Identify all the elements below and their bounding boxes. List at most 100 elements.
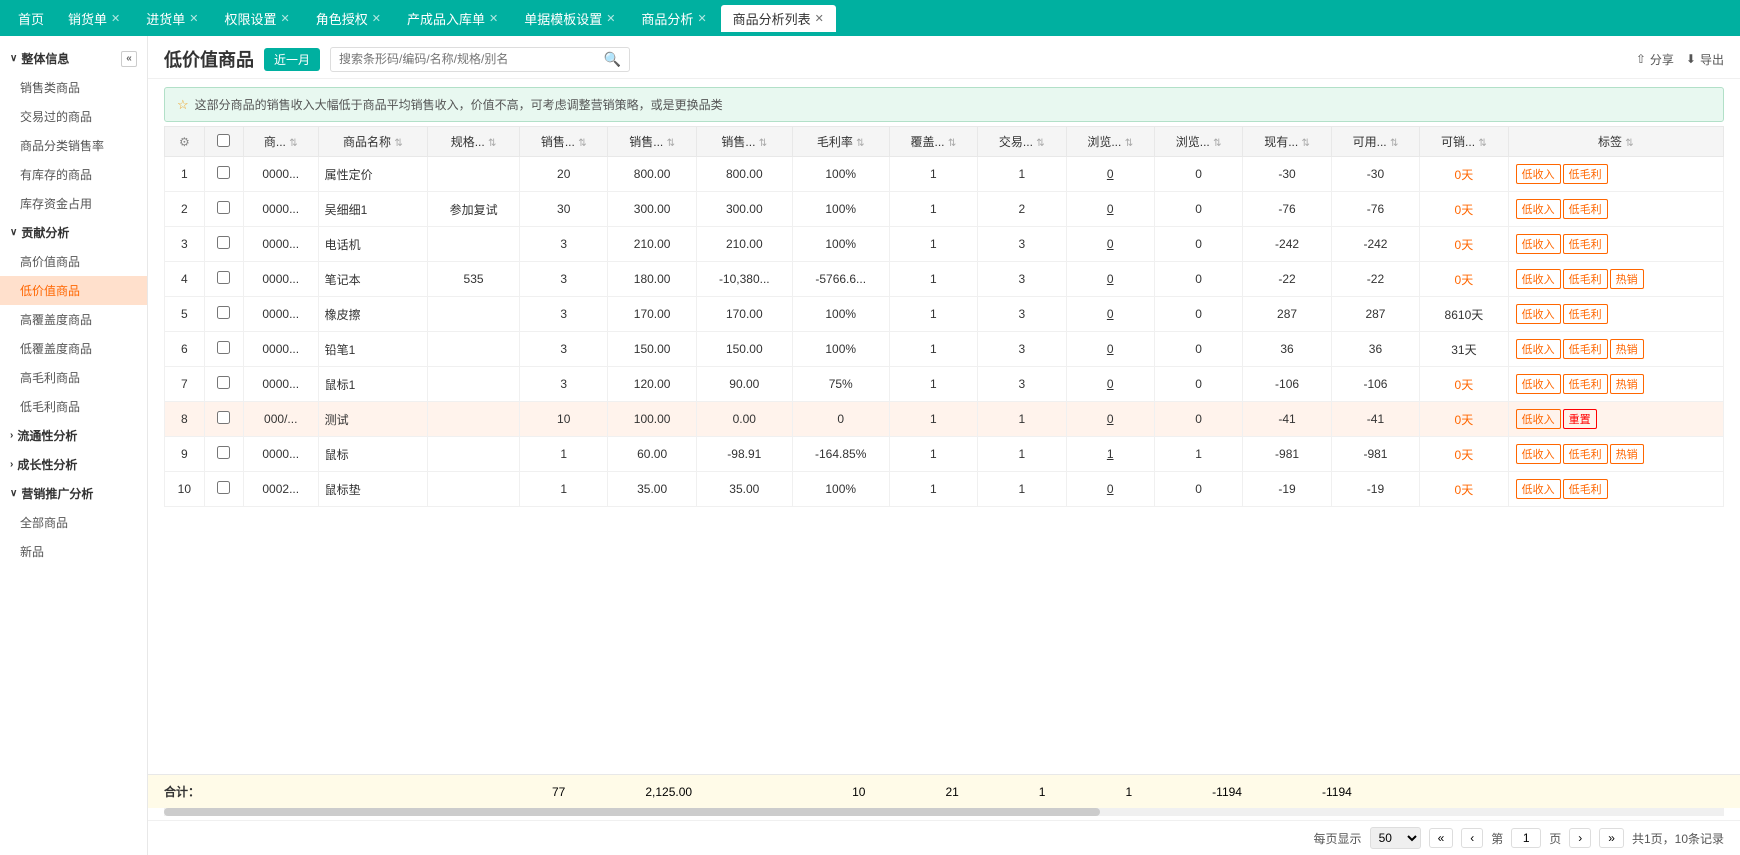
sidebar-item-new-products[interactable]: 新品: [0, 537, 147, 566]
row-checkbox[interactable]: [204, 472, 243, 507]
close-icon[interactable]: ✕: [189, 12, 198, 25]
row-browse1[interactable]: 0: [1066, 367, 1154, 402]
col-browse2-header[interactable]: 浏览... ⇅: [1154, 127, 1242, 157]
nav-template-settings[interactable]: 单据模板设置 ✕: [512, 5, 627, 32]
nav-purchase-order[interactable]: 进货单 ✕: [134, 5, 210, 32]
row-browse1[interactable]: 0: [1066, 192, 1154, 227]
page-input[interactable]: [1511, 828, 1541, 848]
col-sale-qty-header[interactable]: 销售... ⇅: [520, 127, 608, 157]
row-name[interactable]: 吴细细1: [318, 192, 428, 227]
row-checkbox[interactable]: [204, 227, 243, 262]
sidebar-group-contribution[interactable]: ∨ 贡献分析: [0, 218, 147, 247]
col-browse1-header[interactable]: 浏览... ⇅: [1066, 127, 1154, 157]
sidebar-item-high-margin[interactable]: 高毛利商品: [0, 363, 147, 392]
sidebar-group-growth[interactable]: › 成长性分析: [0, 450, 147, 479]
sidebar-item-stock-products[interactable]: 有库存的商品: [0, 160, 147, 189]
sidebar-item-high-coverage[interactable]: 高覆盖度商品: [0, 305, 147, 334]
row-name[interactable]: 橡皮擦: [318, 297, 428, 332]
col-sale-profit-header[interactable]: 销售... ⇅: [696, 127, 792, 157]
row-name[interactable]: 鼠标垫: [318, 472, 428, 507]
settings-icon[interactable]: ⚙: [179, 135, 190, 149]
row-name[interactable]: 鼠标1: [318, 367, 428, 402]
browse1-link[interactable]: 0: [1107, 342, 1114, 356]
sidebar-item-traded-products[interactable]: 交易过的商品: [0, 102, 147, 131]
row-name[interactable]: 笔记本: [318, 262, 428, 297]
row-checkbox[interactable]: [204, 192, 243, 227]
row-name[interactable]: 鼠标: [318, 437, 428, 472]
nav-sales-order[interactable]: 销货单 ✕: [56, 5, 132, 32]
sidebar-item-category-sales-rate[interactable]: 商品分类销售率: [0, 131, 147, 160]
close-icon[interactable]: ✕: [372, 12, 381, 25]
nav-product-stock[interactable]: 产成品入库单 ✕: [395, 5, 510, 32]
browse1-link[interactable]: 0: [1107, 377, 1114, 391]
browse1-link[interactable]: 0: [1107, 272, 1114, 286]
horizontal-scrollbar[interactable]: [164, 808, 1100, 816]
close-icon[interactable]: ✕: [489, 12, 498, 25]
row-checkbox[interactable]: [204, 402, 243, 437]
row-checkbox[interactable]: [204, 157, 243, 192]
col-margin-header[interactable]: 毛利率 ⇅: [792, 127, 889, 157]
row-name[interactable]: 属性定价: [318, 157, 428, 192]
nav-permission-settings[interactable]: 权限设置 ✕: [212, 5, 301, 32]
nav-home[interactable]: 首页: [8, 5, 54, 32]
nav-role-auth[interactable]: 角色授权 ✕: [304, 5, 393, 32]
col-available-stock-header[interactable]: 可用... ⇅: [1331, 127, 1419, 157]
sidebar-item-high-value[interactable]: 高价值商品: [0, 247, 147, 276]
collapse-btn[interactable]: «: [121, 51, 137, 67]
browse1-link[interactable]: 0: [1107, 307, 1114, 321]
row-browse1[interactable]: 0: [1066, 297, 1154, 332]
export-button[interactable]: ⬇ 导出: [1686, 51, 1724, 68]
sidebar-group-overall[interactable]: ∨ 整体信息 «: [0, 44, 147, 73]
col-transaction-header[interactable]: 交易... ⇅: [978, 127, 1066, 157]
row-name[interactable]: 测试: [318, 402, 428, 437]
row-browse1[interactable]: 0: [1066, 332, 1154, 367]
row-checkbox[interactable]: [204, 332, 243, 367]
select-all-checkbox[interactable]: [217, 134, 230, 147]
table-container[interactable]: ⚙ 商... ⇅ 商品名称 ⇅ 规格... ⇅ 销售... ⇅ 销售... ⇅ …: [148, 126, 1740, 774]
sidebar-item-all-products[interactable]: 全部商品: [0, 508, 147, 537]
close-icon[interactable]: ✕: [606, 12, 615, 25]
search-icon[interactable]: 🔍: [604, 51, 621, 68]
sidebar-item-low-value[interactable]: 低价值商品: [0, 276, 147, 305]
nav-product-analysis-list[interactable]: 商品分析列表 ✕: [721, 5, 836, 32]
close-icon[interactable]: ✕: [697, 12, 706, 25]
col-spec-header[interactable]: 规格... ⇅: [428, 127, 520, 157]
close-icon[interactable]: ✕: [815, 12, 824, 25]
row-checkbox[interactable]: [204, 437, 243, 472]
nav-product-analysis[interactable]: 商品分析 ✕: [629, 5, 718, 32]
col-current-stock-header[interactable]: 现有... ⇅: [1243, 127, 1331, 157]
row-checkbox[interactable]: [204, 297, 243, 332]
browse1-link[interactable]: 0: [1107, 202, 1114, 216]
last-page-button[interactable]: »: [1599, 828, 1624, 848]
browse1-link[interactable]: 0: [1107, 167, 1114, 181]
row-browse1[interactable]: 0: [1066, 402, 1154, 437]
col-checkbox[interactable]: [204, 127, 243, 157]
prev-page-button[interactable]: ‹: [1461, 828, 1483, 848]
row-browse1[interactable]: 0: [1066, 472, 1154, 507]
browse1-link[interactable]: 0: [1107, 412, 1114, 426]
close-icon[interactable]: ✕: [111, 12, 120, 25]
col-tags-header[interactable]: 标签 ⇅: [1508, 127, 1723, 157]
col-coverage-header[interactable]: 覆盖... ⇅: [889, 127, 977, 157]
browse1-link[interactable]: 0: [1107, 482, 1114, 496]
row-browse1[interactable]: 1: [1066, 437, 1154, 472]
row-browse1[interactable]: 0: [1066, 227, 1154, 262]
page-size-select[interactable]: 50 10 20 100: [1370, 827, 1421, 849]
row-checkbox[interactable]: [204, 367, 243, 402]
col-settings[interactable]: ⚙: [165, 127, 205, 157]
row-name[interactable]: 电话机: [318, 227, 428, 262]
sidebar-item-stock-capital[interactable]: 库存资金占用: [0, 189, 147, 218]
row-browse1[interactable]: 0: [1066, 157, 1154, 192]
row-name[interactable]: 铅笔1: [318, 332, 428, 367]
first-page-button[interactable]: «: [1429, 828, 1454, 848]
col-sale-amount-header[interactable]: 销售... ⇅: [608, 127, 696, 157]
next-page-button[interactable]: ›: [1569, 828, 1591, 848]
sidebar-group-circulation[interactable]: › 流通性分析: [0, 421, 147, 450]
row-checkbox[interactable]: [204, 262, 243, 297]
search-input[interactable]: [339, 52, 600, 66]
sidebar-item-low-coverage[interactable]: 低覆盖度商品: [0, 334, 147, 363]
sidebar-item-low-margin[interactable]: 低毛利商品: [0, 392, 147, 421]
browse1-link[interactable]: 1: [1107, 447, 1114, 461]
sidebar-group-marketing[interactable]: ∨ 营销推广分析: [0, 479, 147, 508]
col-code-header[interactable]: 商... ⇅: [243, 127, 318, 157]
